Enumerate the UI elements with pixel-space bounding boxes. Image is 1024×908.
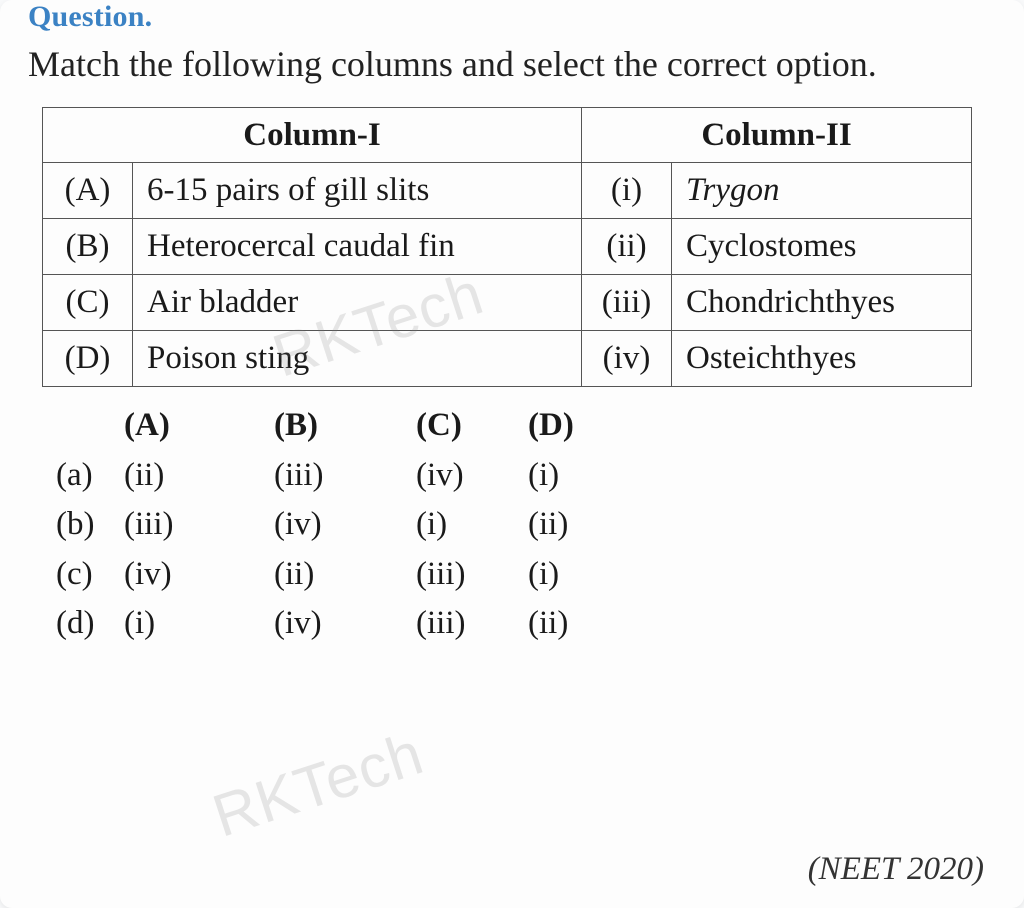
- opt-head-A: (A): [124, 401, 274, 451]
- question-card: Question. Match the following columns an…: [0, 0, 1024, 908]
- row-index: (ii): [582, 219, 672, 275]
- row-index: (iv): [582, 331, 672, 387]
- row-value: Cyclostomes: [672, 219, 972, 275]
- exam-source: (NEET 2020): [808, 851, 984, 888]
- option-cell: (iv): [124, 550, 274, 600]
- row-value: Chondrichthyes: [672, 275, 972, 331]
- option-cell: (iv): [416, 451, 528, 501]
- row-label: (C): [43, 275, 133, 331]
- row-value: Trygon: [672, 163, 972, 219]
- option-cell: (iv): [274, 500, 416, 550]
- option-label: (b): [56, 500, 124, 550]
- option-cell: (iii): [416, 550, 528, 600]
- opt-head-C: (C): [416, 401, 528, 451]
- option-cell: (iii): [124, 500, 274, 550]
- option-row-b[interactable]: (b) (iii) (iv) (i) (ii): [56, 500, 996, 550]
- option-cell: (iii): [274, 451, 416, 501]
- answer-options: (A) (B) (C) (D) (a) (ii) (iii) (iv) (i) …: [28, 401, 996, 649]
- option-label: (a): [56, 451, 124, 501]
- option-cell: (i): [528, 451, 618, 501]
- options-header: (A) (B) (C) (D): [124, 401, 996, 451]
- option-cell: (iv): [274, 599, 416, 649]
- option-cell: (i): [124, 599, 274, 649]
- option-cell: (ii): [528, 500, 618, 550]
- row-text: Heterocercal caudal fin: [133, 219, 582, 275]
- table-row: (A) 6-15 pairs of gill slits (i) Trygon: [43, 163, 972, 219]
- row-index: (i): [582, 163, 672, 219]
- row-text: 6-15 pairs of gill slits: [133, 163, 582, 219]
- question-heading: Question.: [28, 0, 996, 34]
- option-row-d[interactable]: (d) (i) (iv) (iii) (ii): [56, 599, 996, 649]
- table-header-row: Column-I Column-II: [43, 107, 972, 163]
- option-cell: (ii): [528, 599, 618, 649]
- row-label: (B): [43, 219, 133, 275]
- option-label: (d): [56, 599, 124, 649]
- table-row: (B) Heterocercal caudal fin (ii) Cyclost…: [43, 219, 972, 275]
- opt-head-D: (D): [528, 401, 618, 451]
- row-text: Air bladder: [133, 275, 582, 331]
- option-cell: (iii): [416, 599, 528, 649]
- table-row: (C) Air bladder (iii) Chondrichthyes: [43, 275, 972, 331]
- row-text: Poison sting: [133, 331, 582, 387]
- option-cell: (ii): [274, 550, 416, 600]
- col1-header: Column-I: [43, 107, 582, 163]
- question-text: Match the following columns and select t…: [28, 40, 996, 89]
- option-row-c[interactable]: (c) (iv) (ii) (iii) (i): [56, 550, 996, 600]
- option-cell: (i): [416, 500, 528, 550]
- row-label: (A): [43, 163, 133, 219]
- row-value: Osteichthyes: [672, 331, 972, 387]
- option-cell: (ii): [124, 451, 274, 501]
- col2-header: Column-II: [582, 107, 972, 163]
- option-cell: (i): [528, 550, 618, 600]
- match-table: Column-I Column-II (A) 6-15 pairs of gil…: [42, 107, 972, 387]
- opt-head-B: (B): [274, 401, 416, 451]
- option-row-a[interactable]: (a) (ii) (iii) (iv) (i): [56, 451, 996, 501]
- option-label: (c): [56, 550, 124, 600]
- row-index: (iii): [582, 275, 672, 331]
- row-label: (D): [43, 331, 133, 387]
- table-row: (D) Poison sting (iv) Osteichthyes: [43, 331, 972, 387]
- watermark: RKTech: [205, 718, 432, 850]
